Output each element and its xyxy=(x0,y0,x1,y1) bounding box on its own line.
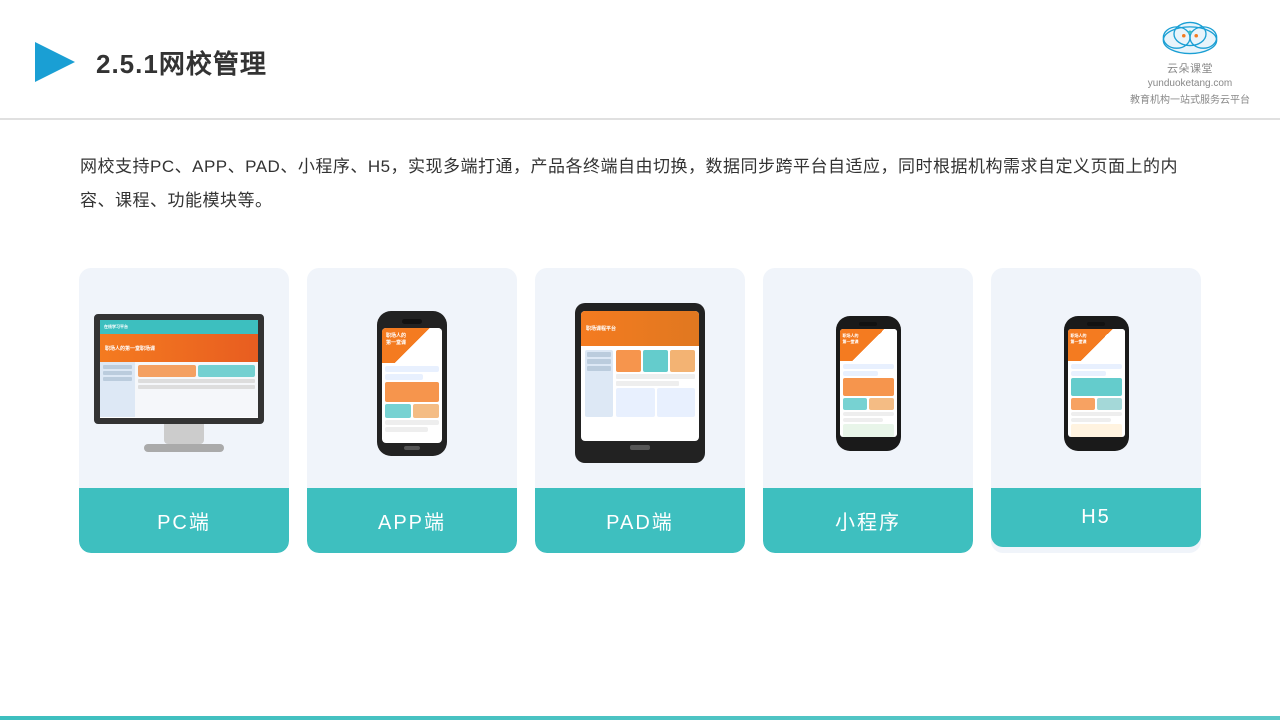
card-app-label: APP端 xyxy=(307,488,517,553)
cards-container: 在线学习平台 职场人的第一堂职场课 xyxy=(0,238,1280,553)
logo-icon xyxy=(1150,18,1230,58)
logo-name: 云朵课堂 xyxy=(1167,60,1213,76)
smartphone-mockup-h5: 职场人的第一堂课 xyxy=(1064,316,1129,451)
bottom-accent-line xyxy=(0,716,1280,720)
card-h5-label: H5 xyxy=(991,488,1201,547)
monitor-mockup: 在线学习平台 职场人的第一堂职场课 xyxy=(94,314,274,452)
card-h5-image: 职场人的第一堂课 xyxy=(991,268,1201,488)
header-left: 2.5.1网校管理 xyxy=(30,37,267,87)
card-app: 职场人的第一堂课 APP xyxy=(307,268,517,553)
card-pad-image: 职场课程平台 xyxy=(535,268,745,488)
card-pad: 职场课程平台 xyxy=(535,268,745,553)
description: 网校支持PC、APP、PAD、小程序、H5，实现多端打通，产品各终端自由切换，数… xyxy=(0,120,1280,228)
card-mini-label: 小程序 xyxy=(763,488,973,553)
card-mini-image: 职场人的第一堂课 xyxy=(763,268,973,488)
card-app-image: 职场人的第一堂课 xyxy=(307,268,517,488)
logo-tagline: 教育机构一站式服务云平台 xyxy=(1130,91,1250,106)
card-pc-image: 在线学习平台 职场人的第一堂职场课 xyxy=(79,268,289,488)
header: 2.5.1网校管理 云朵课堂 yunduoketang.com 教育机构一站式服… xyxy=(0,0,1280,120)
logo-domain: yunduoketang.com xyxy=(1148,78,1233,89)
card-pad-label: PAD端 xyxy=(535,488,745,553)
play-icon xyxy=(30,37,80,87)
card-mini: 职场人的第一堂课 xyxy=(763,268,973,553)
card-pc: 在线学习平台 职场人的第一堂职场课 xyxy=(79,268,289,553)
logo-area: 云朵课堂 yunduoketang.com 教育机构一站式服务云平台 xyxy=(1130,18,1250,106)
smartphone-mockup-mini: 职场人的第一堂课 xyxy=(836,316,901,451)
tablet-mockup: 职场课程平台 xyxy=(575,303,705,463)
card-pc-label: PC端 xyxy=(79,488,289,553)
card-h5: 职场人的第一堂课 xyxy=(991,268,1201,553)
phone-mockup: 职场人的第一堂课 xyxy=(377,311,447,456)
page-title: 2.5.1网校管理 xyxy=(96,44,267,81)
